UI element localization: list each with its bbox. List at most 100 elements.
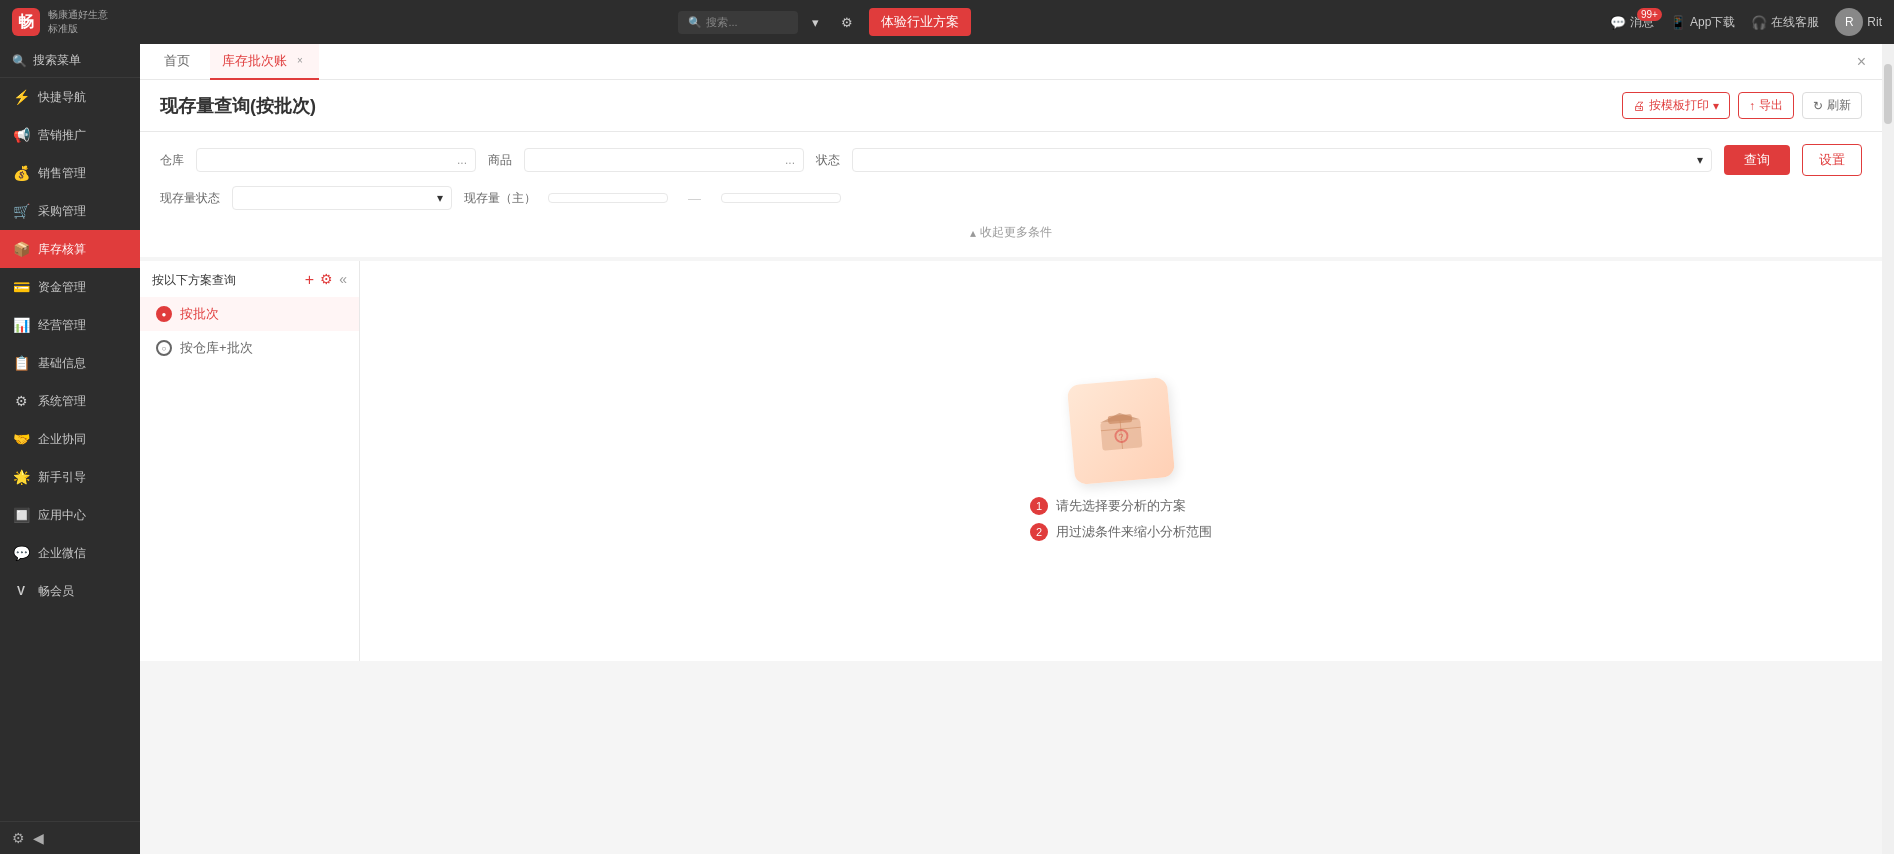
- app-brand: 畅康通好生意 标准版: [48, 8, 670, 36]
- left-panel-item-by-warehouse-batch[interactable]: ○ 按仓库+批次: [140, 331, 359, 365]
- sidebar-item-finance[interactable]: 💳 资金管理: [0, 268, 140, 306]
- inv-status-dropdown-icon: [437, 191, 443, 205]
- sidebar-search[interactable]: 🔍 搜索菜单: [0, 44, 140, 78]
- inventory-icon: 📦: [12, 240, 30, 258]
- sidebar-item-operation[interactable]: 📊 经营管理: [0, 306, 140, 344]
- scheme-settings-btn[interactable]: [320, 271, 333, 289]
- tab-inventory-batch-label: 库存批次账: [222, 52, 287, 70]
- sidebar-item-label: 库存核算: [38, 241, 86, 258]
- system-icon: ⚙: [12, 392, 30, 410]
- sidebar-item-label: 营销推广: [38, 127, 86, 144]
- inventory-status-label: 现存量状态: [160, 190, 220, 207]
- empty-hint-2: 2 用过滤条件来缩小分析范围: [1030, 523, 1212, 541]
- by-warehouse-batch-icon: ○: [156, 340, 172, 356]
- enterprise-icon: 🤝: [12, 430, 30, 448]
- add-scheme-btn[interactable]: [305, 271, 314, 289]
- app-logo: 畅: [12, 8, 40, 36]
- content-area: 首页 库存批次账 × × 现存量查询(按批次) 🖨 按模板打印: [140, 44, 1882, 854]
- left-panel-header: 按以下方案查询: [140, 271, 359, 297]
- topbar: 畅 畅康通好生意 标准版 🔍 搜索... ⚙ 体验行业方案 消息 99+ App…: [0, 0, 1894, 44]
- print-btn[interactable]: 🖨 按模板打印: [1622, 92, 1730, 119]
- sidebar-item-newbie[interactable]: 🌟 新手引导: [0, 458, 140, 496]
- empty-state: ? 1 请先选择要分析的方案 2 用过滤条件来缩小分析范围: [1030, 381, 1212, 541]
- topbar-right: 消息 99+ App下载 在线客服 R Rit: [1610, 8, 1882, 36]
- right-scroll-thumb: [1884, 64, 1892, 124]
- sidebar-item-enterprise-wx[interactable]: 💬 企业微信: [0, 534, 140, 572]
- status-select[interactable]: [852, 148, 1712, 172]
- experience-btn[interactable]: 体验行业方案: [869, 8, 971, 36]
- tab-home-label: 首页: [164, 52, 190, 70]
- tab-close-btn[interactable]: ×: [293, 54, 307, 68]
- sidebar-item-label: 资金管理: [38, 279, 86, 296]
- filter-area: 仓库 ... 商品 ... 状态: [140, 132, 1882, 257]
- service-icon: [1751, 15, 1767, 30]
- collapse-more-btn[interactable]: 收起更多条件: [160, 220, 1862, 245]
- tab-home[interactable]: 首页: [152, 44, 202, 80]
- sidebar-item-vip[interactable]: V 畅会员: [0, 572, 140, 610]
- by-batch-icon: ●: [156, 306, 172, 322]
- sidebar-item-purchase[interactable]: 🛒 采购管理: [0, 192, 140, 230]
- refresh-btn[interactable]: ↻ 刷新: [1802, 92, 1862, 119]
- sidebar-item-app-center[interactable]: 🔲 应用中心: [0, 496, 140, 534]
- sidebar-item-label: 新手引导: [38, 469, 86, 486]
- filter-row-1: 仓库 ... 商品 ... 状态: [160, 144, 1862, 176]
- page-title: 现存量查询(按批次): [160, 94, 316, 118]
- page-header-actions: 🖨 按模板打印 ↑ 导出 ↻ 刷新: [1622, 92, 1862, 119]
- app-center-icon: 🔲: [12, 506, 30, 524]
- inventory-amount-from[interactable]: [548, 193, 668, 203]
- sidebar-item-basic[interactable]: 📋 基础信息: [0, 344, 140, 382]
- inventory-status-select[interactable]: [232, 186, 452, 210]
- panel-close-btn[interactable]: ×: [1853, 49, 1870, 75]
- panel-collapse-btn[interactable]: [339, 271, 347, 289]
- hint-num-1: 1: [1030, 497, 1048, 515]
- main-layout: 🔍 搜索菜单 ⚡ 快捷导航 📢 营销推广 💰 销售管理 🛒 采购管理 📦 库存核…: [0, 44, 1894, 854]
- enterprise-wx-icon: 💬: [12, 544, 30, 562]
- operation-icon: 📊: [12, 316, 30, 334]
- right-scrollbar[interactable]: [1882, 44, 1894, 854]
- sidebar-collapse-btn[interactable]: ◀: [33, 830, 44, 846]
- tab-inventory-batch[interactable]: 库存批次账 ×: [210, 44, 319, 80]
- product-dots[interactable]: ...: [785, 153, 795, 167]
- sidebar-item-sales[interactable]: 💰 销售管理: [0, 154, 140, 192]
- sidebar-item-quick-nav[interactable]: ⚡ 快捷导航: [0, 78, 140, 116]
- workspace: 按以下方案查询 ● 按批次 ○ 按仓库+批次: [140, 261, 1882, 661]
- settings-btn[interactable]: 设置: [1802, 144, 1862, 176]
- inventory-amount-to[interactable]: [721, 193, 841, 203]
- vip-icon: V: [12, 582, 30, 600]
- warehouse-input[interactable]: ...: [196, 148, 476, 172]
- hint-text-2: 用过滤条件来缩小分析范围: [1056, 523, 1212, 541]
- print-icon: 🖨: [1633, 99, 1645, 113]
- hint-num-2: 2: [1030, 523, 1048, 541]
- collapse-icon: [970, 226, 976, 240]
- warehouse-label: 仓库: [160, 152, 184, 169]
- search-icon: 🔍: [12, 54, 27, 68]
- query-btn[interactable]: 查询: [1724, 145, 1790, 175]
- left-panel-item-by-batch[interactable]: ● 按批次: [140, 297, 359, 331]
- topbar-search-box[interactable]: 🔍 搜索...: [678, 11, 798, 34]
- amount-separator: —: [680, 191, 709, 206]
- marketing-icon: 📢: [12, 126, 30, 144]
- sidebar-item-enterprise[interactable]: 🤝 企业协同: [0, 420, 140, 458]
- sidebar-item-label: 快捷导航: [38, 89, 86, 106]
- sidebar-item-label: 企业微信: [38, 545, 86, 562]
- online-service-btn[interactable]: 在线客服: [1751, 14, 1819, 31]
- quick-nav-icon: ⚡: [12, 88, 30, 106]
- sidebar-item-inventory[interactable]: 📦 库存核算: [0, 230, 140, 268]
- user-avatar[interactable]: R Rit: [1835, 8, 1882, 36]
- topbar-dropdown-btn[interactable]: [804, 11, 827, 34]
- export-btn[interactable]: ↑ 导出: [1738, 92, 1794, 119]
- warehouse-dots[interactable]: ...: [457, 153, 467, 167]
- sidebar-item-marketing[interactable]: 📢 营销推广: [0, 116, 140, 154]
- newbie-icon: 🌟: [12, 468, 30, 486]
- by-warehouse-batch-label: 按仓库+批次: [180, 339, 253, 357]
- product-input[interactable]: ...: [524, 148, 804, 172]
- sidebar-item-system[interactable]: ⚙ 系统管理: [0, 382, 140, 420]
- left-panel-actions: [305, 271, 347, 289]
- basic-icon: 📋: [12, 354, 30, 372]
- message-btn[interactable]: 消息 99+: [1610, 14, 1654, 31]
- sidebar-settings-btn[interactable]: ⚙: [12, 830, 25, 846]
- sidebar: 🔍 搜索菜单 ⚡ 快捷导航 📢 营销推广 💰 销售管理 🛒 采购管理 📦 库存核…: [0, 44, 140, 854]
- left-panel: 按以下方案查询 ● 按批次 ○ 按仓库+批次: [140, 261, 360, 661]
- app-download-btn[interactable]: App下载: [1670, 14, 1735, 31]
- topbar-settings-btn[interactable]: ⚙: [833, 11, 861, 34]
